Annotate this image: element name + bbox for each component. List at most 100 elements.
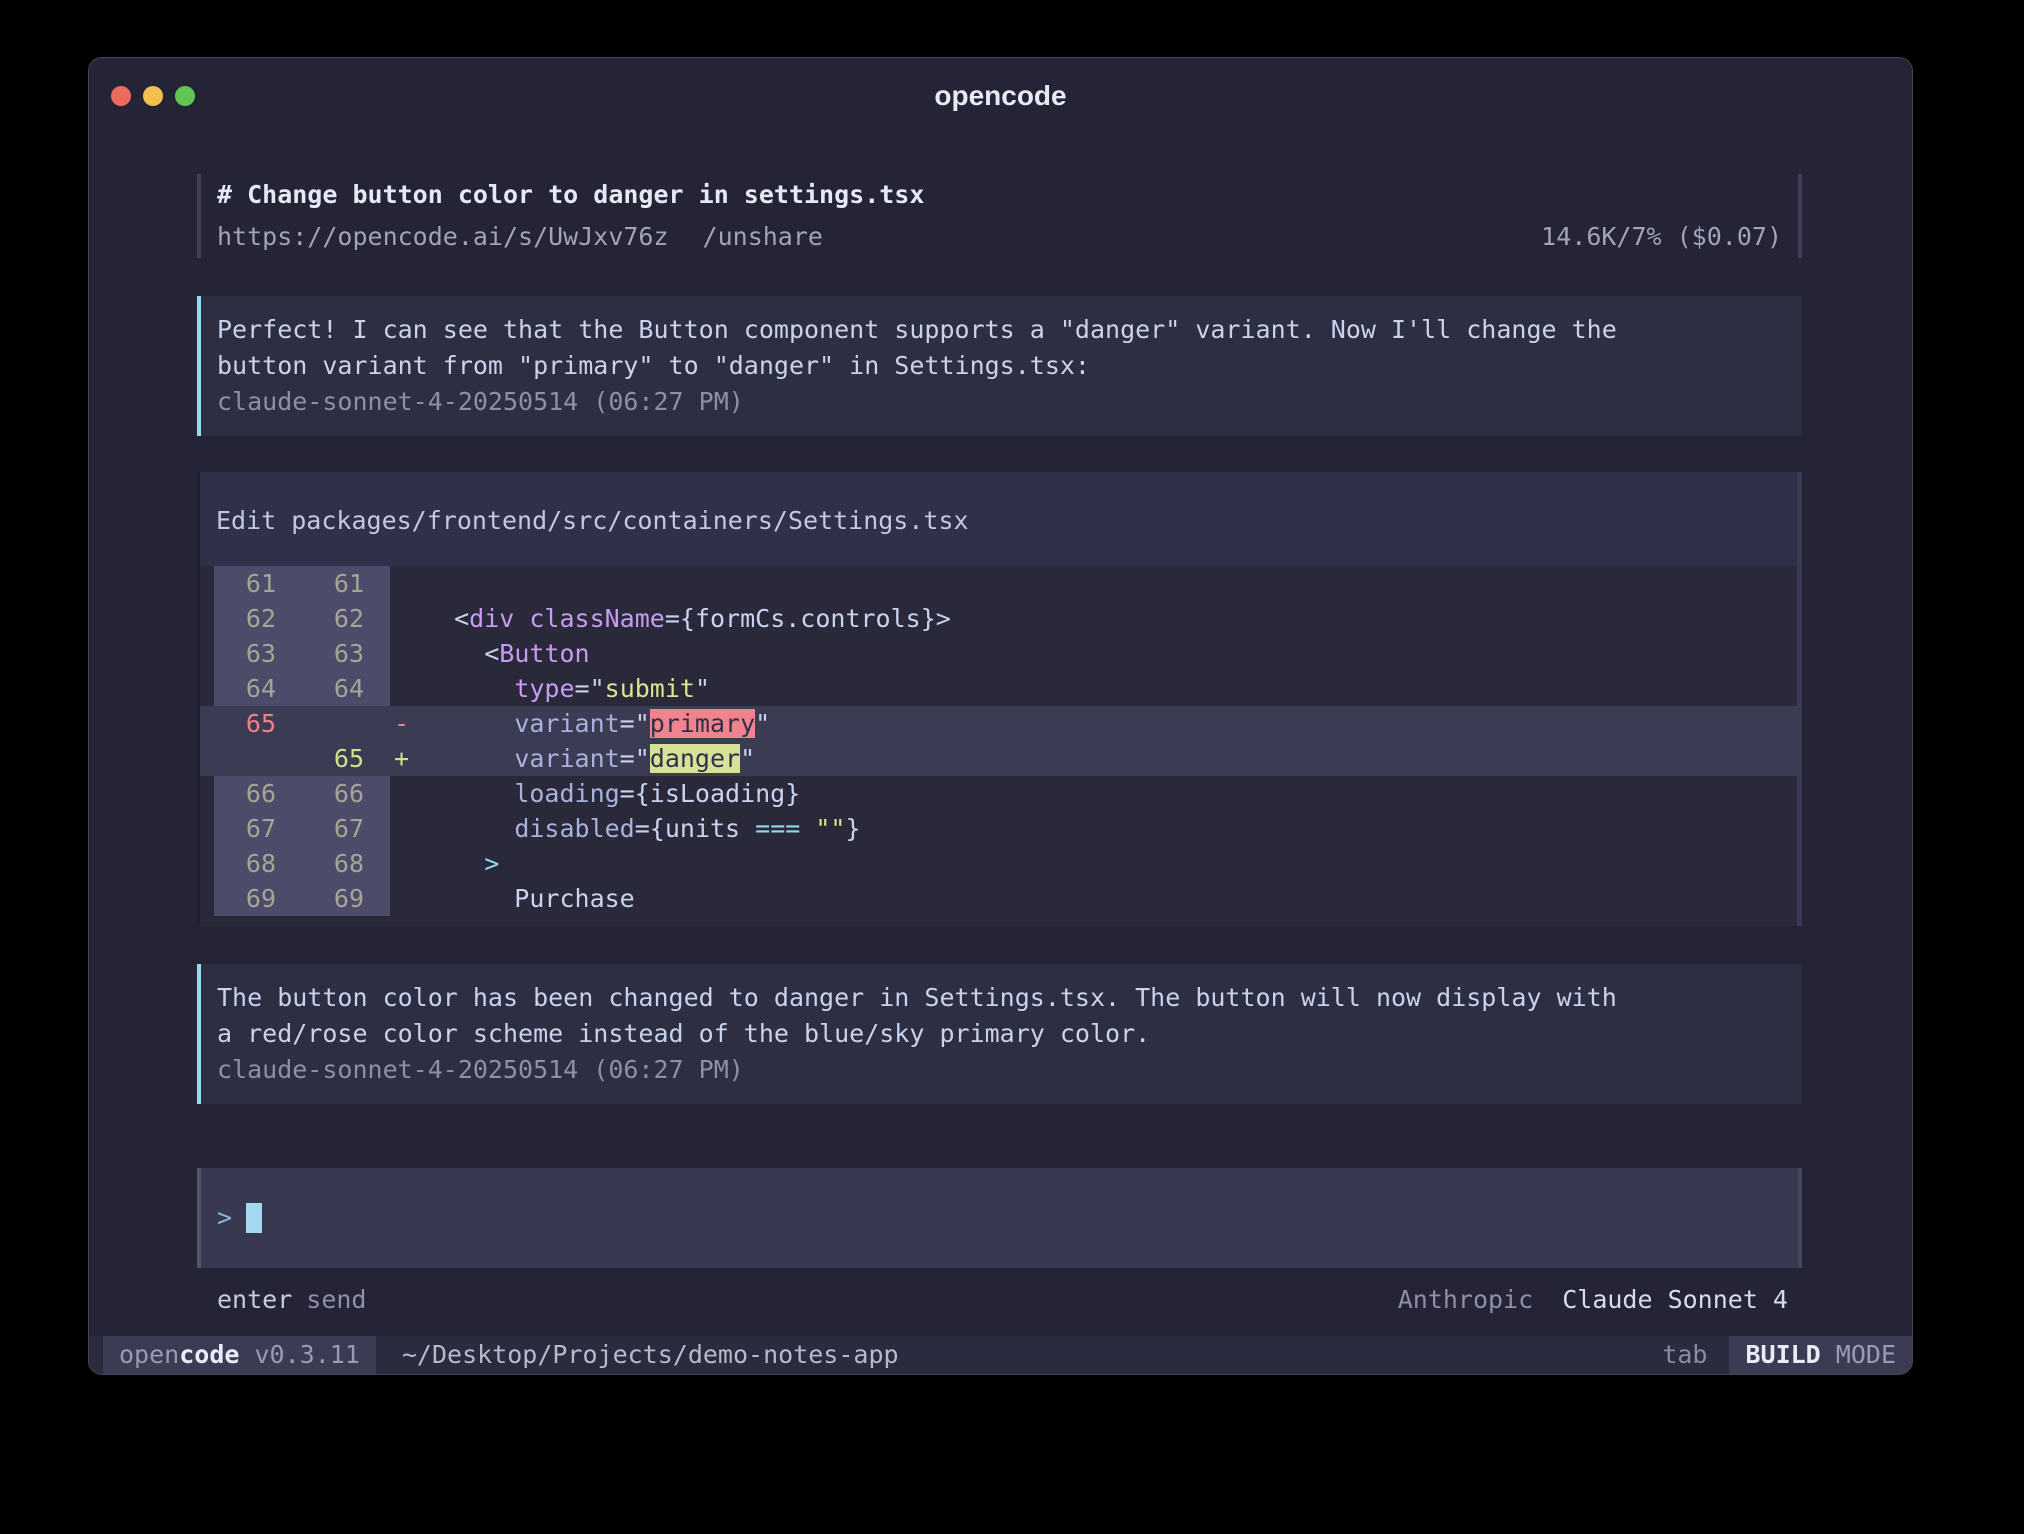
edit-tool-header: Edit packages/frontend/src/containers/Se… [200, 472, 1797, 566]
code-token: ={isLoading} [620, 779, 801, 808]
diff-row: 65+ variant="danger" [200, 741, 1797, 776]
share-url[interactable]: https://opencode.ai/s/UwJxv76z [217, 216, 669, 258]
message-text: Perfect! I can see that the Button compo… [217, 312, 1786, 384]
code-token: danger [650, 744, 740, 773]
diff-marker [390, 671, 424, 706]
diff-row: 6969 Purchase [200, 881, 1797, 916]
diff-row: 6464 type="submit" [200, 671, 1797, 706]
close-button[interactable] [111, 86, 131, 106]
titlebar: opencode [89, 58, 1912, 134]
enter-key-hint: enter [217, 1284, 292, 1316]
code-line: loading={isLoading} [424, 776, 1797, 811]
traffic-lights [111, 58, 195, 134]
line-number-new: 66 [302, 776, 390, 811]
assistant-message-1: Perfect! I can see that the Button compo… [197, 296, 1802, 436]
code-token: primary [650, 709, 755, 738]
code-token: } [845, 814, 860, 843]
line-number-old: 69 [214, 881, 302, 916]
code-token [424, 779, 514, 808]
line-number-old: 67 [214, 811, 302, 846]
code-token: === [755, 814, 800, 843]
line-number-new: 68 [302, 846, 390, 881]
code-token [424, 709, 514, 738]
diff-marker [390, 566, 424, 601]
cwd-path: ~/Desktop/Projects/demo-notes-app [402, 1336, 899, 1374]
line-number-new: 63 [302, 636, 390, 671]
code-token: > [484, 849, 499, 878]
prompt-input[interactable]: > [197, 1168, 1802, 1268]
line-number-new: 61 [302, 566, 390, 601]
code-token: < [424, 639, 499, 668]
app-version: v0.3.11 [239, 1340, 359, 1369]
build-mode-badge: BUILD MODE [1729, 1336, 1912, 1374]
code-token [424, 814, 514, 843]
message-meta: claude-sonnet-4-20250514 (06:27 PM) [217, 1052, 1786, 1088]
code-token: " [740, 744, 755, 773]
prompt-symbol: > [217, 1200, 232, 1236]
text-cursor [246, 1203, 262, 1233]
code-token: ={units [635, 814, 755, 843]
diff-marker [390, 776, 424, 811]
line-number-new: 69 [302, 881, 390, 916]
code-token: Button [499, 639, 589, 668]
message-meta: claude-sonnet-4-20250514 (06:27 PM) [217, 384, 1786, 420]
mode-name: BUILD [1745, 1340, 1820, 1369]
code-token: ={formCs.controls}> [665, 604, 951, 633]
edit-tool-block: Edit packages/frontend/src/containers/Se… [197, 472, 1802, 926]
tab-key-hint: tab [1662, 1336, 1707, 1374]
diff-view: 61616262 <div className={formCs.controls… [200, 566, 1797, 926]
status-bar: opencode v0.3.11 ~/Desktop/Projects/demo… [89, 1336, 1912, 1374]
code-token: =" [620, 744, 650, 773]
line-number-old: 62 [214, 601, 302, 636]
diff-marker [390, 846, 424, 881]
maximize-button[interactable] [175, 86, 195, 106]
app-name-suffix: code [179, 1340, 239, 1369]
diff-marker: + [390, 741, 424, 776]
line-number-new: 62 [302, 601, 390, 636]
app-window: opencode # Change button color to danger… [88, 57, 1913, 1375]
code-token: variant [514, 744, 619, 773]
diff-row: 6363 <Button [200, 636, 1797, 671]
provider-label: Anthropic [1398, 1285, 1533, 1314]
diff-row: 6868 > [200, 846, 1797, 881]
diff-row: 6767 disabled={units === ""} [200, 811, 1797, 846]
line-number-old: 66 [214, 776, 302, 811]
line-number-old: 63 [214, 636, 302, 671]
diff-marker [390, 881, 424, 916]
code-line [424, 566, 1797, 601]
line-number-new: 65 [302, 741, 390, 776]
diff-row: 65- variant="primary" [200, 706, 1797, 741]
code-token: className [529, 604, 664, 633]
code-token: Purchase [424, 884, 635, 913]
line-number-old: 61 [214, 566, 302, 601]
code-token: submit [605, 674, 695, 703]
code-token [424, 674, 514, 703]
diff-marker: - [390, 706, 424, 741]
code-line: variant="primary" [424, 706, 1797, 741]
code-token: "" [815, 814, 845, 843]
hint-row: enter send Anthropic Claude Sonnet 4 [197, 1284, 1802, 1316]
minimize-button[interactable] [143, 86, 163, 106]
session-subline: https://opencode.ai/s/UwJxv76z /unshare … [217, 216, 1782, 258]
code-token [514, 604, 529, 633]
message-text: The button color has been changed to dan… [217, 980, 1786, 1052]
send-action-label: send [306, 1284, 366, 1316]
code-token [424, 849, 484, 878]
line-number-new: 67 [302, 811, 390, 846]
line-number-old: 64 [214, 671, 302, 706]
main-content: # Change button color to danger in setti… [89, 134, 1912, 1336]
diff-marker [390, 811, 424, 846]
code-token: variant [514, 709, 619, 738]
code-line: > [424, 846, 1797, 881]
code-token [424, 744, 514, 773]
mode-suffix: MODE [1821, 1340, 1896, 1369]
code-line: Purchase [424, 881, 1797, 916]
code-token: =" [575, 674, 605, 703]
line-number-old [214, 741, 302, 776]
code-token: div [469, 604, 514, 633]
unshare-command[interactable]: /unshare [703, 216, 823, 258]
code-token: disabled [514, 814, 634, 843]
line-number-old: 68 [214, 846, 302, 881]
code-token: < [424, 604, 469, 633]
code-token: " [695, 674, 710, 703]
